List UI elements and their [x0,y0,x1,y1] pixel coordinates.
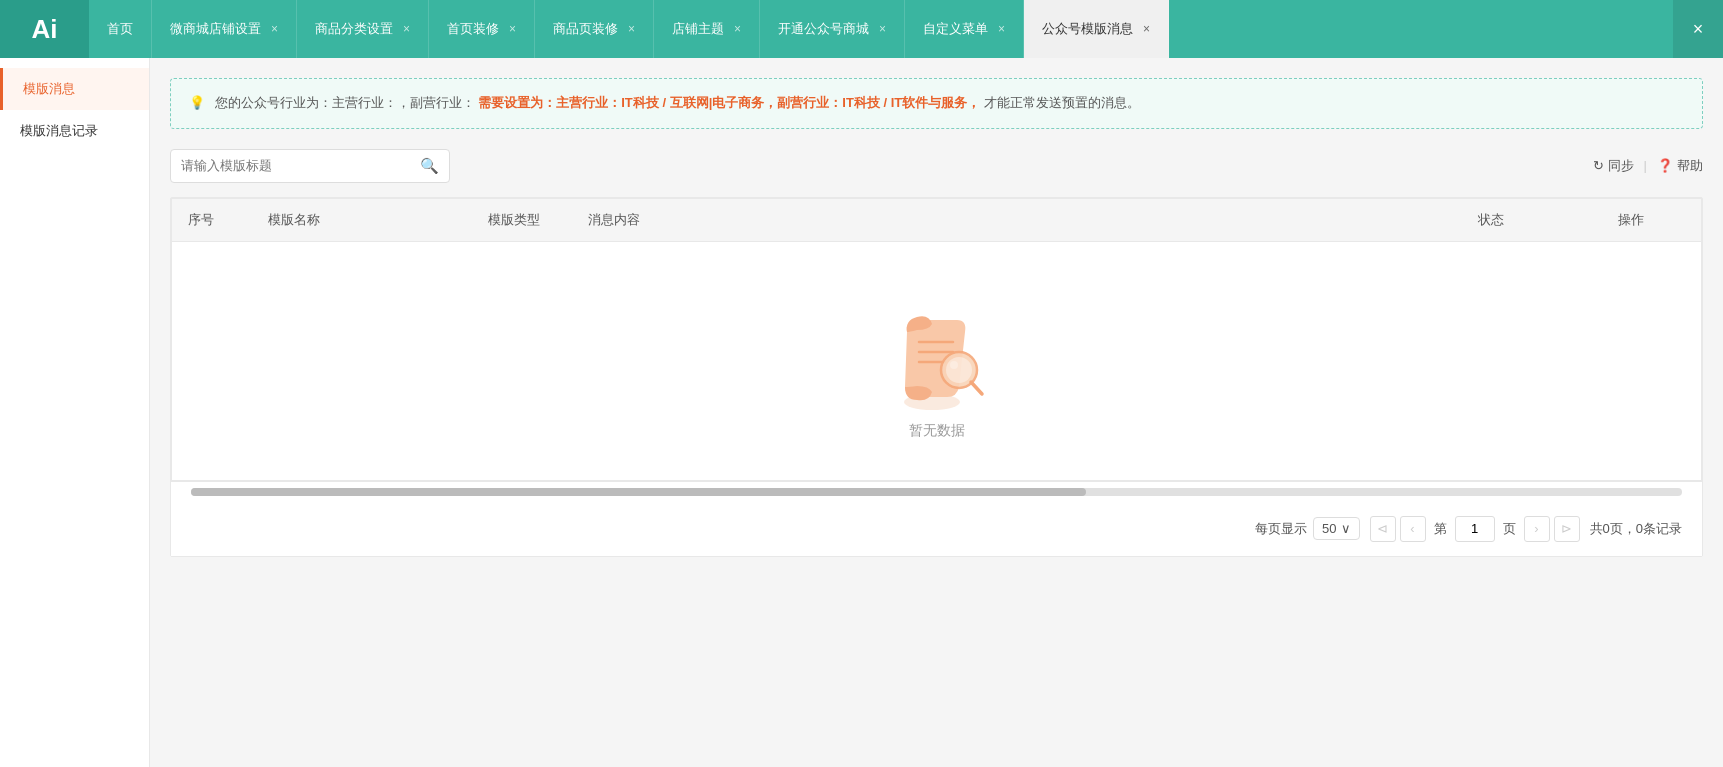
nav-tab-shop-settings[interactable]: 微商城店铺设置 × [152,0,297,58]
per-page-label: 每页显示 [1255,520,1307,538]
nav-tab-custom-menu-label: 自定义菜单 [923,20,988,38]
close-icon[interactable]: × [1143,22,1150,36]
empty-state: 暂无数据 [172,242,1701,480]
col-header-content: 消息内容 [572,198,1462,241]
notice-highlight: 需要设置为：主营行业：IT科技 / 互联网|电子商务，副营行业：IT科技 / I… [478,95,980,110]
sidebar-item-template-msg[interactable]: 模版消息 [0,68,149,110]
content-area: 💡 您的公众号行业为：主营行业：，副营行业： 需要设置为：主营行业：IT科技 /… [150,58,1723,767]
sidebar-item-template-msg-log[interactable]: 模版消息记录 [0,110,149,152]
notice-box: 💡 您的公众号行业为：主营行业：，副营行业： 需要设置为：主营行业：IT科技 /… [170,78,1703,129]
close-icon[interactable]: × [628,22,635,36]
search-input-wrap[interactable]: 🔍 [170,149,450,183]
scrollbar-thumb[interactable] [191,488,1086,496]
page-nav: ⊲ ‹ 第 页 › ⊳ [1370,516,1580,542]
scrollbar-area[interactable] [171,481,1702,502]
col-header-name: 模版名称 [252,198,472,241]
per-page-dropdown[interactable]: 50 ∨ [1313,517,1359,540]
close-icon[interactable]: × [271,22,278,36]
sidebar-item-template-msg-log-label: 模版消息记录 [20,123,98,138]
nav-tab-product-decor[interactable]: 商品页装修 × [535,0,654,58]
sync-button[interactable]: ↻ 同步 [1593,157,1634,175]
col-header-status: 状态 [1462,198,1602,241]
sync-label: 同步 [1608,157,1634,175]
help-label: 帮助 [1677,157,1703,175]
svg-point-7 [950,361,958,369]
page-label: 第 [1434,520,1447,538]
notice-suffix: 才能正常发送预置的消息。 [984,95,1140,110]
next-page-button[interactable]: › [1524,516,1550,542]
close-icon[interactable]: × [509,22,516,36]
nav-tab-home[interactable]: 首页 [89,0,152,58]
per-page-value: 50 [1322,521,1336,536]
scrollbar-track[interactable] [191,488,1682,496]
nav-tab-shop-theme[interactable]: 店铺主题 × [654,0,760,58]
last-page-button[interactable]: ⊳ [1554,516,1580,542]
notice-icon: 💡 [189,95,205,110]
app-logo: Ai [0,0,89,58]
col-header-type: 模版类型 [472,198,572,241]
notice-prefix: 您的公众号行业为：主营行业：，副营行业： [215,95,475,110]
sidebar-item-template-msg-label: 模版消息 [23,81,75,96]
page-number-input[interactable] [1455,516,1495,542]
help-button[interactable]: ❓ 帮助 [1657,157,1703,175]
nav-tab-template-msg[interactable]: 公众号模版消息 × [1024,0,1169,58]
help-icon: ❓ [1657,158,1673,173]
sidebar: 模版消息 模版消息记录 [0,58,150,767]
close-icon[interactable]: × [998,22,1005,36]
svg-line-6 [971,382,982,394]
nav-tab-home-label: 首页 [107,20,133,38]
nav-tab-open-mall-label: 开通公众号商城 [778,20,869,38]
nav-tab-open-mall[interactable]: 开通公众号商城 × [760,0,905,58]
search-bar: 🔍 ↻ 同步 | ❓ 帮助 [170,149,1703,183]
nav-tab-template-msg-label: 公众号模版消息 [1042,20,1133,38]
data-table: 序号 模版名称 模版类型 消息内容 状态 操作 [171,198,1702,481]
empty-text: 暂无数据 [909,422,965,440]
total-info: 共0页，0条记录 [1590,520,1682,538]
nav-tab-home-decor-label: 首页装修 [447,20,499,38]
nav-tab-custom-menu[interactable]: 自定义菜单 × [905,0,1024,58]
toolbar-right: ↻ 同步 | ❓ 帮助 [1593,157,1703,175]
search-input[interactable] [181,158,420,173]
top-nav-bar: Ai 首页 微商城店铺设置 × 商品分类设置 × 首页装修 × 商品页装修 × … [0,0,1723,58]
search-icon[interactable]: 🔍 [420,157,439,175]
empty-illustration [877,302,997,422]
nav-tab-home-decor[interactable]: 首页装修 × [429,0,535,58]
nav-tab-category-settings[interactable]: 商品分类设置 × [297,0,429,58]
close-icon[interactable]: × [403,22,410,36]
nav-tab-category-settings-label: 商品分类设置 [315,20,393,38]
close-icon[interactable]: × [879,22,886,36]
close-icon[interactable]: × [734,22,741,36]
sync-icon: ↻ [1593,158,1604,173]
page-suffix: 页 [1503,520,1516,538]
chevron-down-icon: ∨ [1341,521,1351,536]
table-container: 序号 模版名称 模版类型 消息内容 状态 操作 [170,197,1703,557]
nav-tabs: 首页 微商城店铺设置 × 商品分类设置 × 首页装修 × 商品页装修 × 店铺主… [89,0,1723,58]
page-size-select: 每页显示 50 ∨ [1255,517,1359,540]
nav-tab-shop-theme-label: 店铺主题 [672,20,724,38]
main-layout: 模版消息 模版消息记录 💡 您的公众号行业为：主营行业：，副营行业： 需要设置为… [0,58,1723,767]
nav-tab-product-decor-label: 商品页装修 [553,20,618,38]
col-header-action: 操作 [1602,198,1702,241]
col-header-index: 序号 [172,198,252,241]
close-all-tabs-button[interactable]: × [1673,0,1723,58]
first-page-button[interactable]: ⊲ [1370,516,1396,542]
toolbar-divider: | [1644,158,1647,173]
svg-point-5 [946,357,972,383]
nav-tab-shop-settings-label: 微商城店铺设置 [170,20,261,38]
pagination: 每页显示 50 ∨ ⊲ ‹ 第 页 › ⊳ 共0页，0条记录 [171,502,1702,556]
prev-page-button[interactable]: ‹ [1400,516,1426,542]
